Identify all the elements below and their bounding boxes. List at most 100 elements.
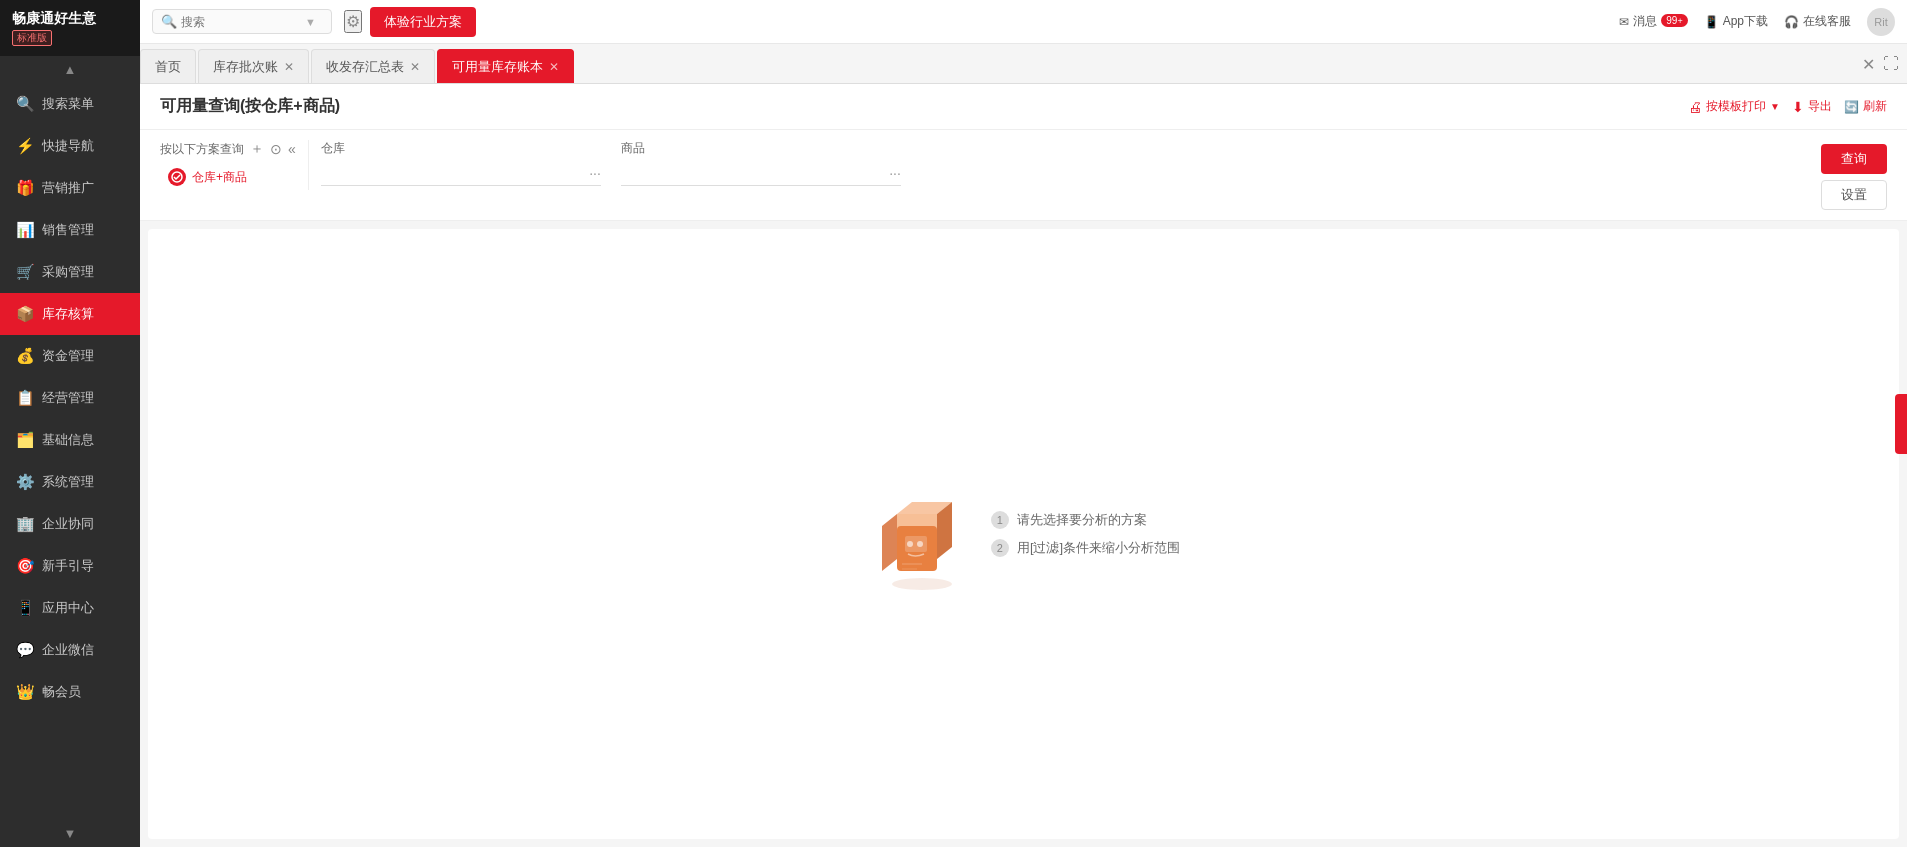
export-button[interactable]: ⬇ 导出 — [1792, 98, 1832, 115]
cart-icon: 🛒 — [16, 263, 34, 281]
print-icon: 🖨 — [1688, 99, 1702, 115]
sidebar-item-purchase[interactable]: 🛒 采购管理 — [0, 251, 140, 293]
search-input[interactable] — [181, 15, 301, 29]
search-box[interactable]: 🔍 ▼ — [152, 9, 332, 34]
tab-receive-total-label: 收发存汇总表 — [326, 58, 404, 76]
tip-text-1: 请先选择要分析的方案 — [1017, 511, 1147, 529]
onboarding-icon: 🎯 — [16, 557, 34, 575]
svg-marker-3 — [882, 514, 897, 571]
industry-solution-button[interactable]: 体验行业方案 — [370, 7, 476, 37]
empty-svg-icon — [867, 484, 977, 594]
filter-scheme-header: 按以下方案查询 ＋ ⊙ « — [160, 140, 296, 158]
empty-state: 1 请先选择要分析的方案 2 用[过滤]条件来缩小分析范围 — [867, 484, 1180, 584]
goods-field-label: 商品 — [621, 140, 901, 157]
print-button[interactable]: 🖨 按模板打印 ▼ — [1688, 98, 1780, 115]
app-download-button[interactable]: 📱 App下载 — [1704, 13, 1768, 30]
sidebar-item-marketing[interactable]: 🎁 营销推广 — [0, 167, 140, 209]
settings-gear-icon[interactable]: ⚙ — [344, 10, 362, 33]
sidebar-item-label: 搜索菜单 — [42, 95, 94, 113]
tab-available-qty[interactable]: 可用量库存账本 ✕ — [437, 49, 574, 83]
sidebar-item-wechat[interactable]: 💬 企业微信 — [0, 629, 140, 671]
refresh-label: 刷新 — [1863, 98, 1887, 115]
sidebar-item-inventory[interactable]: 📦 库存核算 — [0, 293, 140, 335]
warehouse-field-input-container: ··· — [321, 161, 601, 186]
tabbar-expand-button[interactable]: ⛶ — [1883, 55, 1899, 73]
sidebar-item-search[interactable]: 🔍 搜索菜单 — [0, 83, 140, 125]
tab-home-label: 首页 — [155, 58, 181, 76]
app-center-icon: 📱 — [16, 599, 34, 617]
empty-illustration — [867, 484, 967, 584]
app-name: 畅康通好生意 — [12, 10, 128, 28]
tab-batch-account[interactable]: 库存批次账 ✕ — [198, 49, 309, 83]
sidebar-item-label: 企业微信 — [42, 641, 94, 659]
wechat-icon: 💬 — [16, 641, 34, 659]
sidebar-item-label: 销售管理 — [42, 221, 94, 239]
sidebar-item-label: 采购管理 — [42, 263, 94, 281]
sidebar-logo: 畅康通好生意 标准版 — [0, 0, 140, 56]
scheme-icon — [168, 168, 186, 186]
filter-fields: 仓库 ··· 商品 ··· — [321, 140, 1801, 186]
sidebar-item-operations[interactable]: 📋 经营管理 — [0, 377, 140, 419]
content-body: 1 请先选择要分析的方案 2 用[过滤]条件来缩小分析范围 — [148, 229, 1899, 839]
message-label: 消息 — [1633, 13, 1657, 30]
goods-input[interactable] — [621, 166, 885, 180]
sidebar-item-basic[interactable]: 🗂️ 基础信息 — [0, 419, 140, 461]
sidebar-item-system[interactable]: ⚙️ 系统管理 — [0, 461, 140, 503]
sidebar-item-finance[interactable]: 💰 资金管理 — [0, 335, 140, 377]
headset-icon: 🎧 — [1784, 15, 1799, 29]
sidebar-item-sales[interactable]: 📊 销售管理 — [0, 209, 140, 251]
tab-batch-account-label: 库存批次账 — [213, 58, 278, 76]
online-service-label: 在线客服 — [1803, 13, 1851, 30]
sidebar-item-label: 应用中心 — [42, 599, 94, 617]
gift-icon: 🎁 — [16, 179, 34, 197]
user-name: Rit — [1874, 16, 1887, 28]
tab-batch-close-icon[interactable]: ✕ — [284, 60, 294, 74]
tip-text-2: 用[过滤]条件来缩小分析范围 — [1017, 539, 1180, 557]
query-button[interactable]: 查询 — [1821, 144, 1887, 174]
tabbar-close-button[interactable]: ✕ — [1862, 54, 1875, 73]
message-icon: ✉ — [1619, 15, 1629, 29]
sidebar-nav: 🔍 搜索菜单 ⚡ 快捷导航 🎁 营销推广 📊 销售管理 🛒 采购管理 📦 库存核… — [0, 83, 140, 820]
user-menu[interactable]: Rit — [1867, 8, 1895, 36]
scheme-item-warehouse-goods[interactable]: 仓库+商品 — [160, 164, 296, 190]
goods-more-icon[interactable]: ··· — [889, 165, 901, 181]
content: 可用量查询(按仓库+商品) 🖨 按模板打印 ▼ ⬇ 导出 🔄 刷新 — [140, 84, 1907, 847]
sidebar: 畅康通好生意 标准版 ▲ 🔍 搜索菜单 ⚡ 快捷导航 🎁 营销推广 📊 销售管理… — [0, 0, 140, 847]
tab-receive-close-icon[interactable]: ✕ — [410, 60, 420, 74]
export-label: 导出 — [1808, 98, 1832, 115]
refresh-button[interactable]: 🔄 刷新 — [1844, 98, 1887, 115]
sidebar-item-label: 营销推广 — [42, 179, 94, 197]
sidebar-item-label: 畅会员 — [42, 683, 81, 701]
settings-button[interactable]: 设置 — [1821, 180, 1887, 210]
empty-tip-1: 1 请先选择要分析的方案 — [991, 511, 1180, 529]
export-icon: ⬇ — [1792, 99, 1804, 115]
enterprise-icon: 🏢 — [16, 515, 34, 533]
sidebar-item-enterprise[interactable]: 🏢 企业协同 — [0, 503, 140, 545]
empty-tips: 1 请先选择要分析的方案 2 用[过滤]条件来缩小分析范围 — [991, 511, 1180, 557]
collapse-scheme-button[interactable]: « — [288, 141, 296, 157]
basic-icon: 🗂️ — [16, 431, 34, 449]
sidebar-item-member[interactable]: 👑 畅会员 — [0, 671, 140, 713]
sidebar-item-app-center[interactable]: 📱 应用中心 — [0, 587, 140, 629]
goods-filter-field: 商品 ··· — [621, 140, 901, 186]
sidebar-scroll-down[interactable]: ▼ — [0, 820, 140, 847]
sidebar-item-shortcut[interactable]: ⚡ 快捷导航 — [0, 125, 140, 167]
manage-scheme-button[interactable]: ⊙ — [270, 141, 282, 157]
tab-receive-total[interactable]: 收发存汇总表 ✕ — [311, 49, 435, 83]
sidebar-item-onboarding[interactable]: 🎯 新手引导 — [0, 545, 140, 587]
tab-available-close-icon[interactable]: ✕ — [549, 60, 559, 74]
message-button[interactable]: ✉ 消息 99 — [1619, 13, 1687, 30]
right-edge-scroll-button[interactable] — [1895, 394, 1907, 454]
online-service-button[interactable]: 🎧 在线客服 — [1784, 13, 1851, 30]
page-actions: 🖨 按模板打印 ▼ ⬇ 导出 🔄 刷新 — [1688, 98, 1887, 115]
warehouse-input[interactable] — [321, 166, 585, 180]
tab-home[interactable]: 首页 — [140, 49, 196, 83]
sidebar-scroll-up[interactable]: ▲ — [0, 56, 140, 83]
warehouse-more-icon[interactable]: ··· — [589, 165, 601, 181]
filter-area: 按以下方案查询 ＋ ⊙ « 仓库+商品 仓 — [140, 130, 1907, 221]
sidebar-item-label: 快捷导航 — [42, 137, 94, 155]
add-scheme-button[interactable]: ＋ — [250, 140, 264, 158]
page-header: 可用量查询(按仓库+商品) 🖨 按模板打印 ▼ ⬇ 导出 🔄 刷新 — [140, 84, 1907, 130]
dropdown-icon[interactable]: ▼ — [1770, 101, 1780, 112]
sidebar-item-label: 资金管理 — [42, 347, 94, 365]
